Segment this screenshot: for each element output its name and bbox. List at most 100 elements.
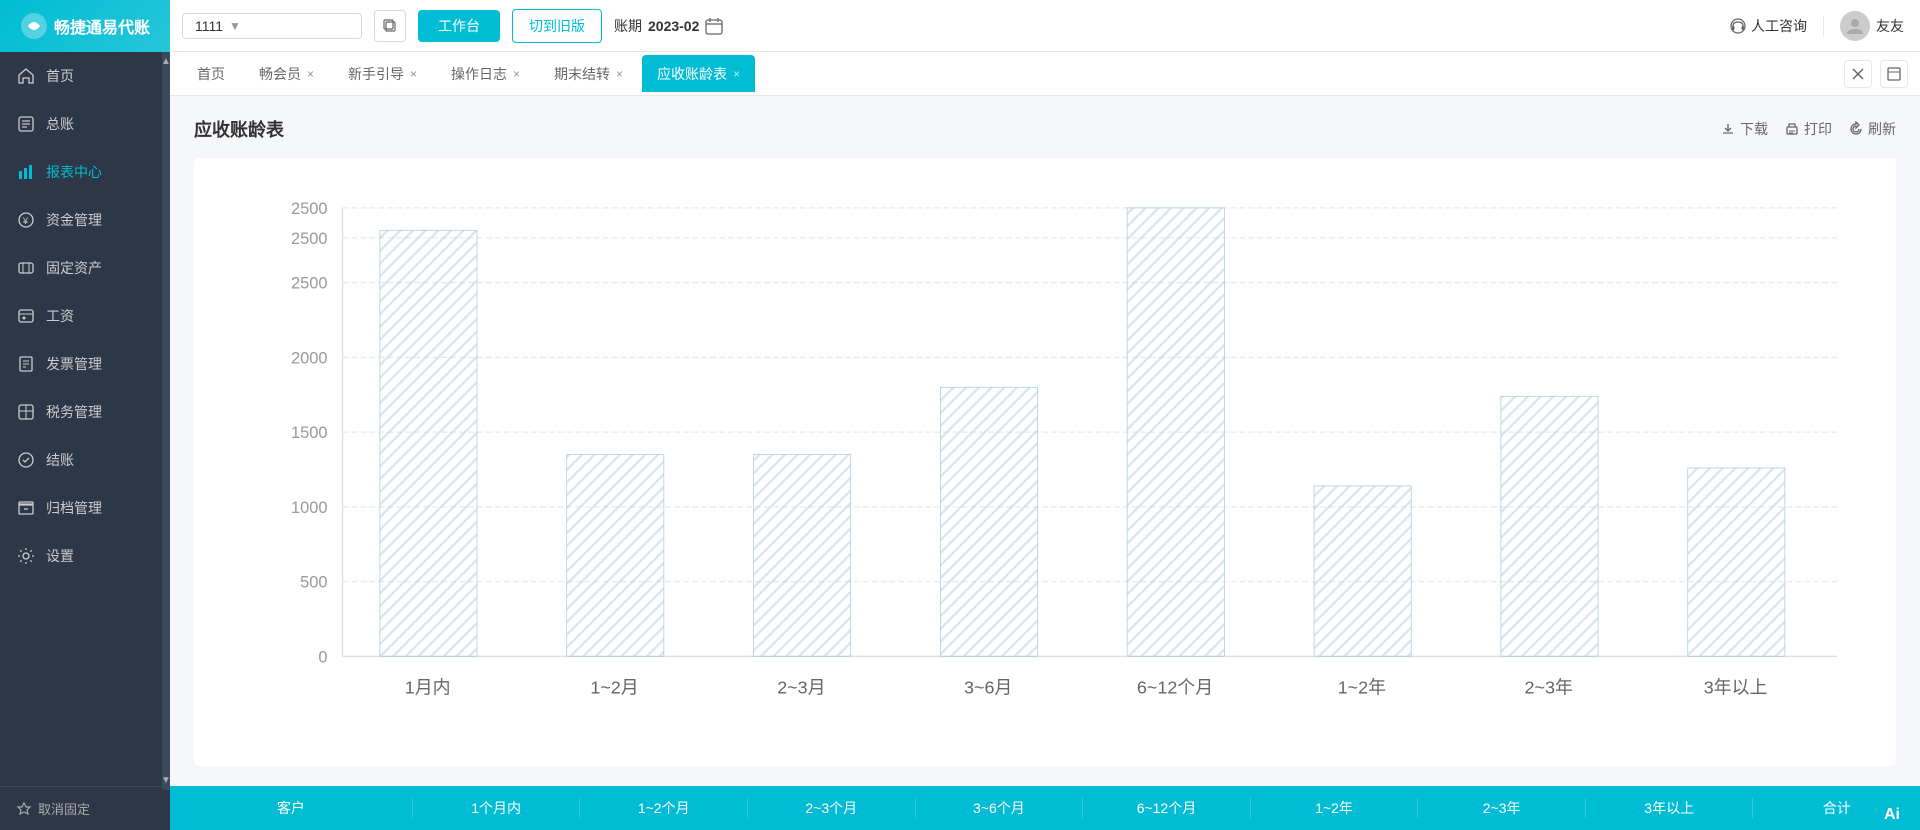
th-2-3years: 2~3年 [1418, 798, 1586, 818]
logo-text: 畅捷通易代账 [54, 14, 150, 38]
th-3plus-years: 3年以上 [1586, 798, 1754, 818]
tab-home[interactable]: 首页 [182, 55, 240, 92]
svg-text:1500: 1500 [291, 424, 328, 442]
svg-text:1000: 1000 [291, 499, 328, 517]
consult-label: 人工咨询 [1751, 16, 1807, 36]
sidebar-item-archive[interactable]: 归档管理 [0, 484, 170, 532]
cancel-fixed-button[interactable]: 取消固定 [0, 786, 170, 830]
refresh-button[interactable]: 刷新 [1848, 119, 1896, 139]
th-1-2months: 1~2个月 [580, 798, 748, 818]
sidebar-item-invoice[interactable]: 发票管理 [0, 340, 170, 388]
svg-text:1~2月: 1~2月 [590, 678, 638, 698]
invoice-icon [16, 354, 36, 374]
svg-text:3~6月: 3~6月 [964, 678, 1012, 698]
tabs-bar: 首页 畅会员 × 新手引导 × 操作日志 × 期末结转 × 应收账龄表 × [170, 52, 1920, 96]
topbar-right: 人工咨询 友友 [1729, 11, 1904, 41]
th-1month: 1个月内 [413, 798, 581, 818]
page-content: 应收账龄表 下载 [170, 96, 1920, 786]
tab-close-oplog[interactable]: × [513, 67, 520, 81]
tab-oplog[interactable]: 操作日志 × [436, 55, 535, 92]
tab-close-receivable[interactable]: × [733, 67, 740, 81]
sidebar-item-home[interactable]: 首页 [0, 52, 170, 100]
divider [1823, 16, 1824, 36]
workbench-button[interactable]: 工作台 [418, 10, 500, 42]
sidebar-item-assets[interactable]: 固定资产 [0, 244, 170, 292]
th-1-2years: 1~2年 [1251, 798, 1419, 818]
th-3-6months: 3~6个月 [916, 798, 1084, 818]
sidebar-label-salary: 工资 [46, 306, 74, 326]
page-header: 应收账龄表 下载 [194, 116, 1896, 142]
content-area: 首页 畅会员 × 新手引导 × 操作日志 × 期末结转 × 应收账龄表 × [170, 52, 1920, 830]
ledger-icon [16, 114, 36, 134]
logo: 畅捷通易代账 [0, 0, 170, 52]
page-title: 应收账龄表 [194, 116, 284, 142]
sidebar-label-settings: 设置 [46, 546, 74, 566]
sidebar: ▲ ▼ 首页 总账 [0, 52, 170, 830]
sidebar-item-tax[interactable]: 税务管理 [0, 388, 170, 436]
sidebar-item-checkout[interactable]: 结账 [0, 436, 170, 484]
svg-text:3年以上: 3年以上 [1704, 678, 1768, 698]
sidebar-item-funds[interactable]: ¥ 资金管理 [0, 196, 170, 244]
tab-member[interactable]: 畅会员 × [244, 55, 329, 92]
reports-icon [16, 162, 36, 182]
sidebar-scroll-down[interactable]: ▼ [161, 775, 170, 786]
svg-text:0: 0 [318, 648, 327, 666]
sidebar-label-tax: 税务管理 [46, 402, 102, 422]
print-button[interactable]: 打印 [1784, 119, 1832, 139]
sidebar-item-ledger[interactable]: 总账 [0, 100, 170, 148]
tab-close-member[interactable]: × [307, 67, 314, 81]
checkout-icon [16, 450, 36, 470]
tab-close-guide[interactable]: × [410, 67, 417, 81]
consult-button[interactable]: 人工咨询 [1729, 16, 1807, 36]
sidebar-item-settings[interactable]: 设置 [0, 532, 170, 580]
svg-text:¥: ¥ [22, 216, 29, 226]
sidebar-scroll-up[interactable]: ▲ [161, 56, 170, 67]
tab-period-end[interactable]: 期末结转 × [539, 55, 638, 92]
svg-text:2~3年: 2~3年 [1525, 678, 1573, 698]
sidebar-label-assets: 固定资产 [46, 258, 102, 278]
archive-icon [16, 498, 36, 518]
tab-guide[interactable]: 新手引导 × [333, 55, 432, 92]
switch-version-button[interactable]: 切到旧版 [512, 9, 602, 43]
period-value: 2023-02 [648, 18, 699, 34]
svg-text:2500: 2500 [291, 230, 328, 248]
ai-label[interactable]: Ai [1864, 800, 1920, 830]
svg-text:1月内: 1月内 [405, 678, 451, 698]
assets-icon [16, 258, 36, 278]
period-label: 账期 [614, 16, 642, 36]
bar-chart: 500 1000 1500 2000 2500 2500 2500 0 [214, 178, 1876, 746]
dropdown-icon: ▼ [229, 19, 241, 33]
sidebar-label-ledger: 总账 [46, 114, 74, 134]
user-label: 友友 [1876, 16, 1904, 36]
page-actions: 下载 打印 [1720, 119, 1896, 139]
sidebar-item-salary[interactable]: 工资 [0, 292, 170, 340]
avatar [1840, 11, 1870, 41]
download-button[interactable]: 下载 [1720, 119, 1768, 139]
table-header: 客户 1个月内 1~2个月 2~3个月 3~6个月 6~12个月 1~2年 2~… [170, 786, 1920, 830]
sidebar-item-reports[interactable]: 报表中心 [0, 148, 170, 196]
tabs-actions [1844, 60, 1908, 88]
svg-text:6~12个月: 6~12个月 [1137, 678, 1213, 698]
th-6-12months: 6~12个月 [1083, 798, 1251, 818]
tab-receivable[interactable]: 应收账龄表 × [642, 55, 755, 92]
company-name: 1111 [195, 18, 223, 34]
company-selector[interactable]: 1111 ▼ [182, 13, 362, 39]
topbar: 畅捷通易代账 1111 ▼ 工作台 切到旧版 账期 2023-02 [0, 0, 1920, 52]
calendar-icon[interactable] [705, 17, 723, 35]
user-area[interactable]: 友友 [1840, 11, 1904, 41]
copy-button[interactable] [374, 10, 406, 42]
svg-text:500: 500 [300, 574, 327, 592]
funds-icon: ¥ [16, 210, 36, 230]
svg-text:2500: 2500 [291, 200, 328, 218]
sidebar-label-invoice: 发票管理 [46, 354, 102, 374]
tab-close-all-button[interactable] [1844, 60, 1872, 88]
main-layout: ▲ ▼ 首页 总账 [0, 52, 1920, 830]
th-2-3months: 2~3个月 [748, 798, 916, 818]
period-area: 账期 2023-02 [614, 16, 723, 36]
tab-close-period-end[interactable]: × [616, 67, 623, 81]
sidebar-label-archive: 归档管理 [46, 498, 102, 518]
tab-expand-button[interactable] [1880, 60, 1908, 88]
download-icon [1720, 121, 1736, 137]
cancel-fixed-label: 取消固定 [38, 799, 90, 818]
refresh-icon [1848, 121, 1864, 137]
